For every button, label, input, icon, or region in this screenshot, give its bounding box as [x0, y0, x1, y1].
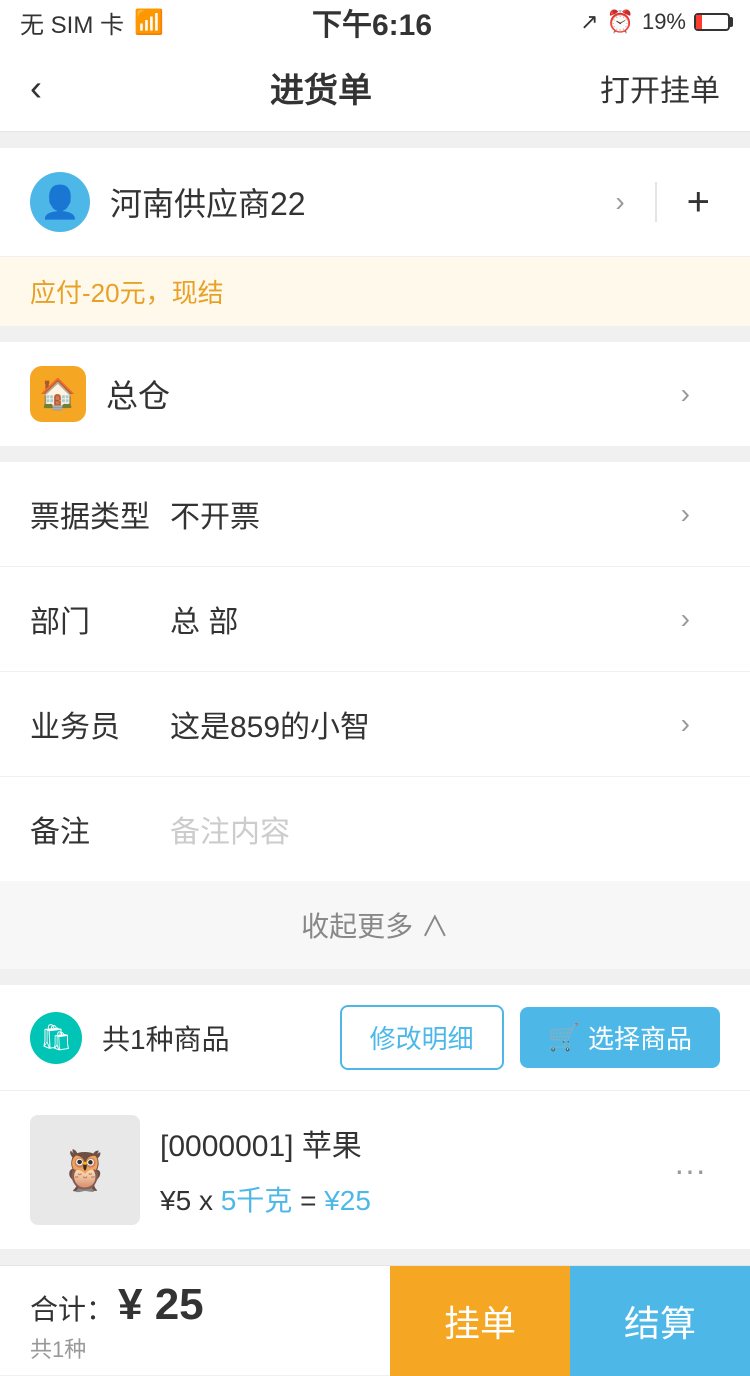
form-card: 票据类型 不开票 › 部门 总 部 › 业务员 这是859的小智 › 备注 备注… — [0, 462, 750, 881]
remark-row[interactable]: 备注 备注内容 — [0, 777, 750, 881]
page-title: 进货单 — [270, 63, 372, 112]
product-title: 苹果 — [302, 1130, 362, 1163]
collapse-label: 收起更多 ∧ — [301, 911, 449, 942]
status-time: 下午6:16 — [312, 0, 432, 44]
total-label: 合计： — [30, 1288, 114, 1328]
chevron-right-icon: › — [615, 186, 624, 218]
footer: 合计： ¥ 25 共1种 挂单 结算 — [0, 1265, 750, 1375]
product-code: [0000001] — [160, 1130, 293, 1163]
content: 👤 河南供应商22 › + 应付-20元，现结 🏠 总仓 › 票据类型 不开票 … — [0, 148, 750, 1249]
nav-bar: ‹ 进货单 打开挂单 — [0, 44, 750, 132]
supplier-card: 👤 河南供应商22 › + 应付-20元，现结 — [0, 148, 750, 326]
warehouse-row[interactable]: 🏠 总仓 › — [0, 342, 750, 446]
warehouse-name: 总仓 — [106, 371, 681, 417]
product-thumbnail: 🦉 — [30, 1115, 140, 1225]
invoice-type-row[interactable]: 票据类型 不开票 › — [0, 462, 750, 567]
product-name: [0000001] 苹果 — [160, 1121, 660, 1165]
department-label: 部门 — [30, 597, 170, 641]
total-row: 合计： ¥ 25 — [30, 1278, 360, 1330]
add-supplier-button[interactable]: + — [677, 180, 720, 225]
staff-value: 这是859的小智 — [170, 702, 681, 746]
warehouse-icon: 🏠 — [30, 366, 86, 422]
status-bar: 无 SIM 卡 📶 下午6:16 ↗ ⏰ 19% — [0, 0, 750, 44]
notice-bar: 应付-20元，现结 — [0, 257, 750, 326]
shopping-icon: 🛍 — [39, 1022, 72, 1053]
location-icon: ↗ — [580, 9, 598, 35]
cart-icon: 🛒 — [548, 1022, 580, 1053]
remark-label: 备注 — [30, 807, 170, 851]
battery-percent: 19% — [642, 9, 686, 35]
staff-label: 业务员 — [30, 702, 170, 746]
wifi-icon: 📶 — [134, 8, 164, 37]
department-value: 总 部 — [170, 597, 681, 641]
product-count: 共1种商品 — [102, 1018, 340, 1058]
product-quantity: 5千克 — [221, 1185, 293, 1216]
more-options-button[interactable]: ··· — [660, 1150, 720, 1190]
chevron-right-icon: › — [681, 498, 690, 530]
staff-row[interactable]: 业务员 这是859的小智 › — [0, 672, 750, 777]
chevron-right-icon: › — [681, 603, 690, 635]
home-icon: 🏠 — [39, 377, 76, 412]
avatar: 👤 — [30, 172, 90, 232]
invoice-type-value: 不开票 — [170, 492, 681, 536]
product-logo: 🦉 — [60, 1147, 110, 1194]
total-amount: ¥ 25 — [118, 1280, 204, 1330]
avatar-icon: 👤 — [40, 183, 80, 221]
product-price: ¥5 x 5千克 = ¥25 — [160, 1179, 660, 1219]
pending-button[interactable]: 挂单 — [390, 1266, 570, 1376]
checkout-button[interactable]: 结算 — [570, 1266, 750, 1376]
multiply-sign: x — [199, 1185, 213, 1216]
sim-label: 无 SIM 卡 — [20, 5, 124, 40]
chevron-right-icon: › — [681, 378, 690, 410]
chevron-right-icon: › — [681, 708, 690, 740]
select-product-button[interactable]: 🛒 选择商品 — [520, 1007, 720, 1068]
status-left: 无 SIM 卡 📶 — [20, 5, 164, 40]
select-product-label: 选择商品 — [588, 1019, 692, 1056]
divider — [655, 182, 657, 222]
invoice-type-label: 票据类型 — [30, 492, 170, 536]
status-right: ↗ ⏰ 19% — [580, 9, 730, 35]
collapse-bar[interactable]: 收起更多 ∧ — [0, 881, 750, 969]
modify-detail-button[interactable]: 修改明细 — [340, 1005, 504, 1070]
footer-total: 合计： ¥ 25 共1种 — [0, 1278, 390, 1364]
product-icon: 🛍 — [30, 1012, 82, 1064]
battery-indicator — [694, 13, 730, 31]
product-item: 🦉 [0000001] 苹果 ¥5 x 5千克 = ¥25 ··· — [0, 1091, 750, 1249]
back-button[interactable]: ‹ — [30, 67, 42, 109]
product-section: 🛍 共1种商品 修改明细 🛒 选择商品 🦉 [0000001] 苹果 ¥5 — [0, 985, 750, 1249]
unit-price: ¥5 — [160, 1185, 191, 1216]
total-count: 共1种 — [30, 1332, 360, 1364]
remark-input[interactable]: 备注内容 — [170, 807, 720, 851]
equals-sign: = — [300, 1185, 316, 1216]
product-header: 🛍 共1种商品 修改明细 🛒 选择商品 — [0, 985, 750, 1091]
product-info: [0000001] 苹果 ¥5 x 5千克 = ¥25 — [160, 1121, 660, 1219]
supplier-row[interactable]: 👤 河南供应商22 › + — [0, 148, 750, 257]
alarm-icon: ⏰ — [607, 9, 634, 35]
product-subtotal: ¥25 — [324, 1185, 371, 1216]
department-row[interactable]: 部门 总 部 › — [0, 567, 750, 672]
supplier-name: 河南供应商22 — [110, 179, 615, 225]
open-pending-button[interactable]: 打开挂单 — [600, 66, 720, 110]
notice-text: 应付-20元，现结 — [30, 278, 224, 308]
